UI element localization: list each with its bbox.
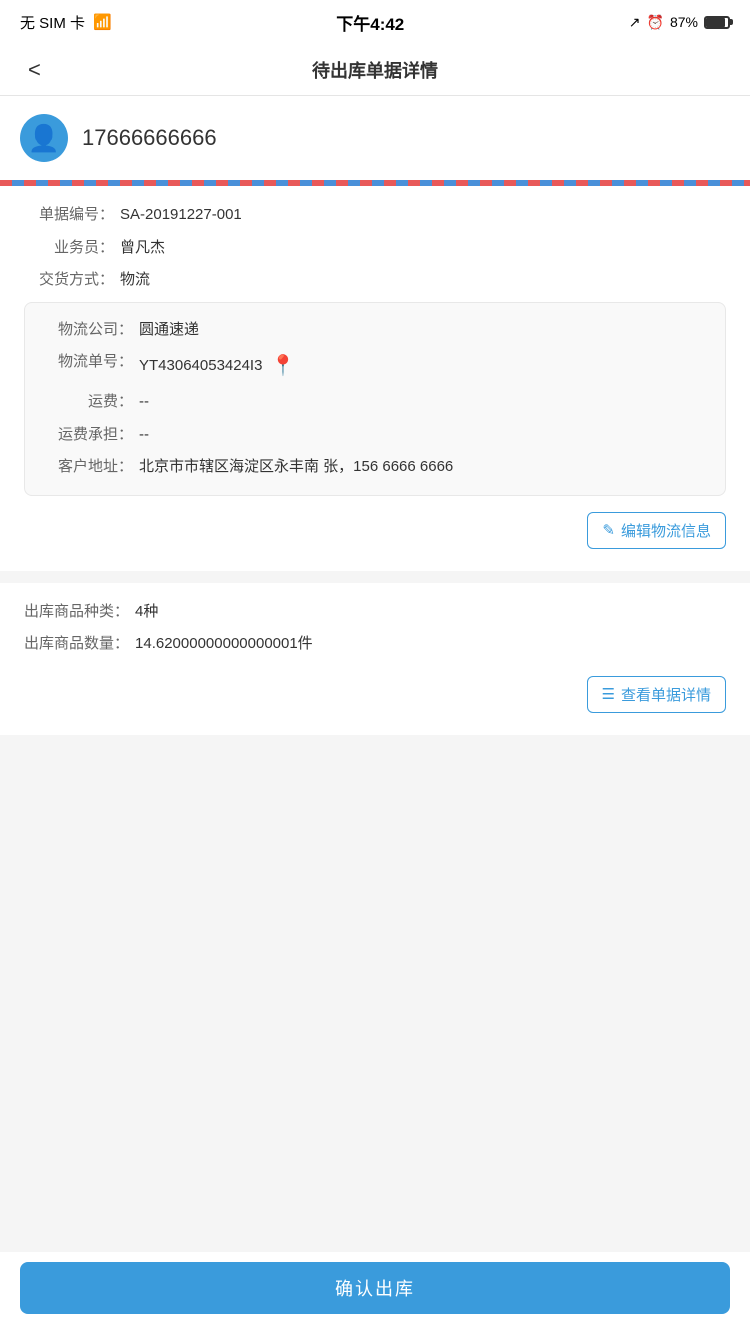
view-detail-label: 查看单据详情: [621, 684, 711, 705]
outbound-type-label: 出库商品种类：: [24, 601, 129, 624]
freight-bear-label: 运费承担：: [43, 424, 133, 447]
battery-percent: 87%: [670, 14, 698, 30]
outbound-info-section: 出库商品种类： 4种 出库商品数量： 14.62000000000000001件…: [0, 583, 750, 735]
edit-btn-row: ✎ 编辑物流信息: [24, 502, 726, 553]
section-gap-1: [0, 571, 750, 583]
alarm-icon: ⏰: [647, 14, 664, 31]
status-right: ↗ ⏰ 87%: [629, 14, 730, 31]
tracking-value-row: YT43064053424I3 📍: [139, 351, 707, 381]
page-title: 待出库单据详情: [312, 57, 438, 83]
edit-icon: ✎: [602, 521, 615, 539]
view-btn-row: ☰ 查看单据详情: [24, 666, 726, 717]
sales-person-label: 业务员：: [24, 237, 114, 260]
customer-header: 👤 17666666666: [0, 96, 750, 180]
edit-logistics-label: 编辑物流信息: [621, 520, 711, 541]
sales-person-value: 曾凡杰: [120, 237, 726, 260]
doc-number-value: SA-20191227-001: [120, 204, 726, 227]
main-content: 👤 17666666666 单据编号： SA-20191227-001 业务员：…: [0, 96, 750, 1334]
address-label: 客户地址：: [43, 456, 133, 479]
section-gap-2: [0, 735, 750, 915]
view-detail-button[interactable]: ☰ 查看单据详情: [587, 676, 726, 713]
back-button[interactable]: <: [20, 49, 49, 91]
doc-number-row: 单据编号： SA-20191227-001: [24, 204, 726, 227]
location-status-icon: ↗: [629, 14, 641, 31]
logistics-company-label: 物流公司：: [43, 319, 133, 342]
wifi-icon: 📶: [93, 13, 112, 31]
address-value: 北京市市辖区海淀区永丰南 张，156 6666 6666: [139, 456, 707, 479]
freight-bear-row: 运费承担： --: [43, 424, 707, 447]
avatar-icon: 👤: [28, 123, 60, 154]
tracking-number: YT43064053424I3: [139, 355, 262, 378]
carrier-label: 无 SIM 卡: [20, 12, 85, 33]
status-left: 无 SIM 卡 📶: [20, 12, 112, 33]
doc-info-section: 单据编号： SA-20191227-001 业务员： 曾凡杰 交货方式： 物流 …: [0, 186, 750, 571]
outbound-quantity-label: 出库商品数量：: [24, 633, 129, 656]
confirm-outbound-button[interactable]: 确认出库: [20, 1262, 730, 1314]
edit-logistics-button[interactable]: ✎ 编辑物流信息: [587, 512, 726, 549]
outbound-quantity-value: 14.62000000000000001件: [135, 633, 726, 656]
status-bar: 无 SIM 卡 📶 下午4:42 ↗ ⏰ 87%: [0, 0, 750, 44]
confirm-btn-bar: 确认出库: [0, 1252, 750, 1334]
outbound-type-value: 4种: [135, 601, 726, 624]
view-detail-icon: ☰: [602, 685, 615, 703]
status-time: 下午4:42: [336, 10, 404, 35]
page-wrapper: 无 SIM 卡 📶 下午4:42 ↗ ⏰ 87% < 待出库单据详情 👤 176…: [0, 0, 750, 1334]
tracking-row: 物流单号： YT43064053424I3 📍: [43, 351, 707, 381]
outbound-type-row: 出库商品种类： 4种: [24, 601, 726, 624]
delivery-method-label: 交货方式：: [24, 269, 114, 292]
tracking-location-icon[interactable]: 📍: [270, 351, 295, 381]
doc-number-label: 单据编号：: [24, 204, 114, 227]
customer-phone: 17666666666: [82, 125, 217, 151]
avatar: 👤: [20, 114, 68, 162]
freight-bear-value: --: [139, 424, 707, 447]
freight-row: 运费： --: [43, 391, 707, 414]
address-row: 客户地址： 北京市市辖区海淀区永丰南 张，156 6666 6666: [43, 456, 707, 479]
logistics-card: 物流公司： 圆通速递 物流单号： YT43064053424I3 📍 运费： -…: [24, 302, 726, 496]
outbound-quantity-row: 出库商品数量： 14.62000000000000001件: [24, 633, 726, 656]
sales-person-row: 业务员： 曾凡杰: [24, 237, 726, 260]
logistics-company-value: 圆通速递: [139, 319, 707, 342]
nav-bar: < 待出库单据详情: [0, 44, 750, 96]
logistics-company-row: 物流公司： 圆通速递: [43, 319, 707, 342]
battery-fill: [706, 18, 725, 27]
delivery-method-row: 交货方式： 物流: [24, 269, 726, 292]
freight-label: 运费：: [43, 391, 133, 414]
delivery-method-value: 物流: [120, 269, 726, 292]
tracking-label: 物流单号：: [43, 351, 133, 374]
battery-icon: [704, 16, 730, 29]
freight-value: --: [139, 391, 707, 414]
